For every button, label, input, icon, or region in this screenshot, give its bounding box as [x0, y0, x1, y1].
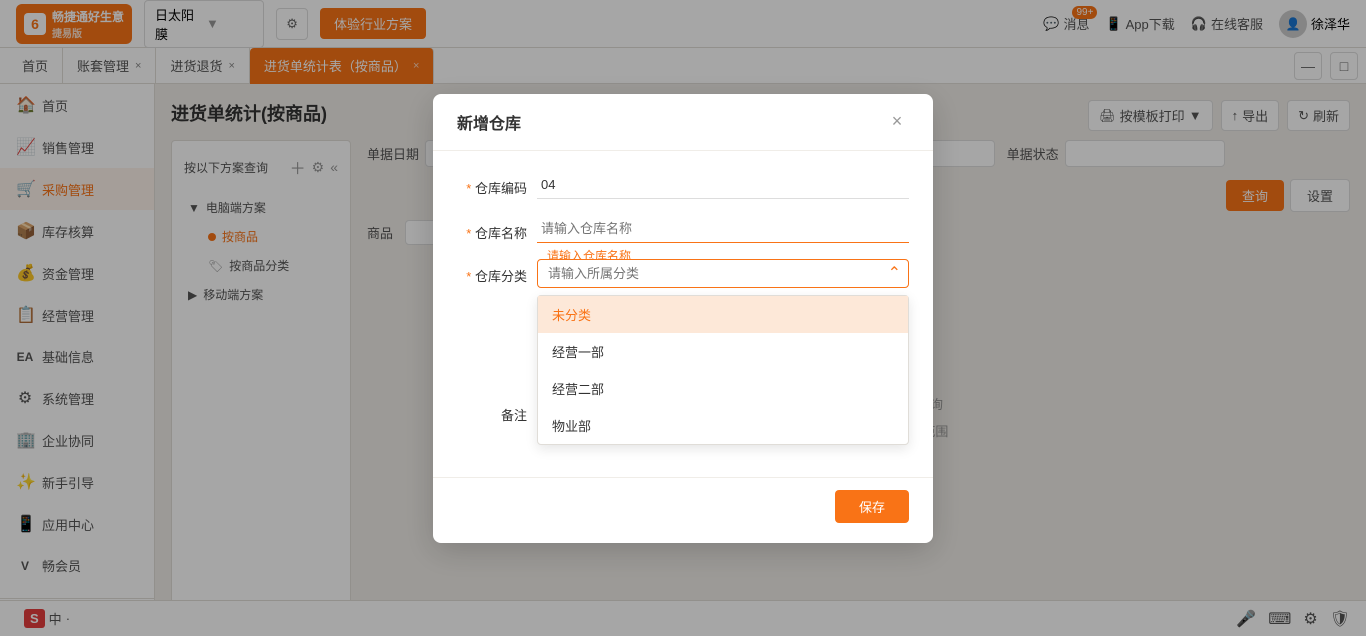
- dropdown-item-dept2[interactable]: 经营二部: [538, 370, 908, 407]
- name-input[interactable]: [537, 215, 909, 243]
- modal-overlay: 新增仓库 × * 仓库编码 * 仓库名称: [0, 0, 1366, 636]
- category-field-row: * 仓库分类 ⌃ 未分类 经营一部 经营二部 物业部: [457, 259, 909, 288]
- code-input[interactable]: [537, 171, 909, 199]
- name-label: * 仓库名称: [457, 216, 537, 242]
- dropdown-item-dept3[interactable]: 物业部: [538, 407, 908, 444]
- modal-add-warehouse: 新增仓库 × * 仓库编码 * 仓库名称: [433, 94, 933, 543]
- save-button[interactable]: 保存: [835, 490, 909, 523]
- category-select-wrap: ⌃ 未分类 经营一部 经营二部 物业部: [537, 259, 909, 288]
- modal-header: 新增仓库 ×: [433, 94, 933, 151]
- dropdown-item-none[interactable]: 未分类: [538, 296, 908, 333]
- modal-footer: 保存: [433, 477, 933, 543]
- modal-title: 新增仓库: [457, 110, 521, 134]
- code-field-row: * 仓库编码: [457, 171, 909, 199]
- code-label: * 仓库编码: [457, 171, 537, 197]
- dropdown-item-dept1[interactable]: 经营一部: [538, 333, 908, 370]
- name-field-row: * 仓库名称 请输入仓库名称: [457, 215, 909, 243]
- remark-label: 备注: [457, 398, 537, 424]
- modal-close-button[interactable]: ×: [885, 110, 909, 134]
- category-label: * 仓库分类: [457, 259, 537, 285]
- modal-body: * 仓库编码 * 仓库名称 请输入仓库名称 *: [433, 151, 933, 477]
- category-dropdown: 未分类 经营一部 经营二部 物业部: [537, 295, 909, 445]
- category-input[interactable]: [537, 259, 909, 288]
